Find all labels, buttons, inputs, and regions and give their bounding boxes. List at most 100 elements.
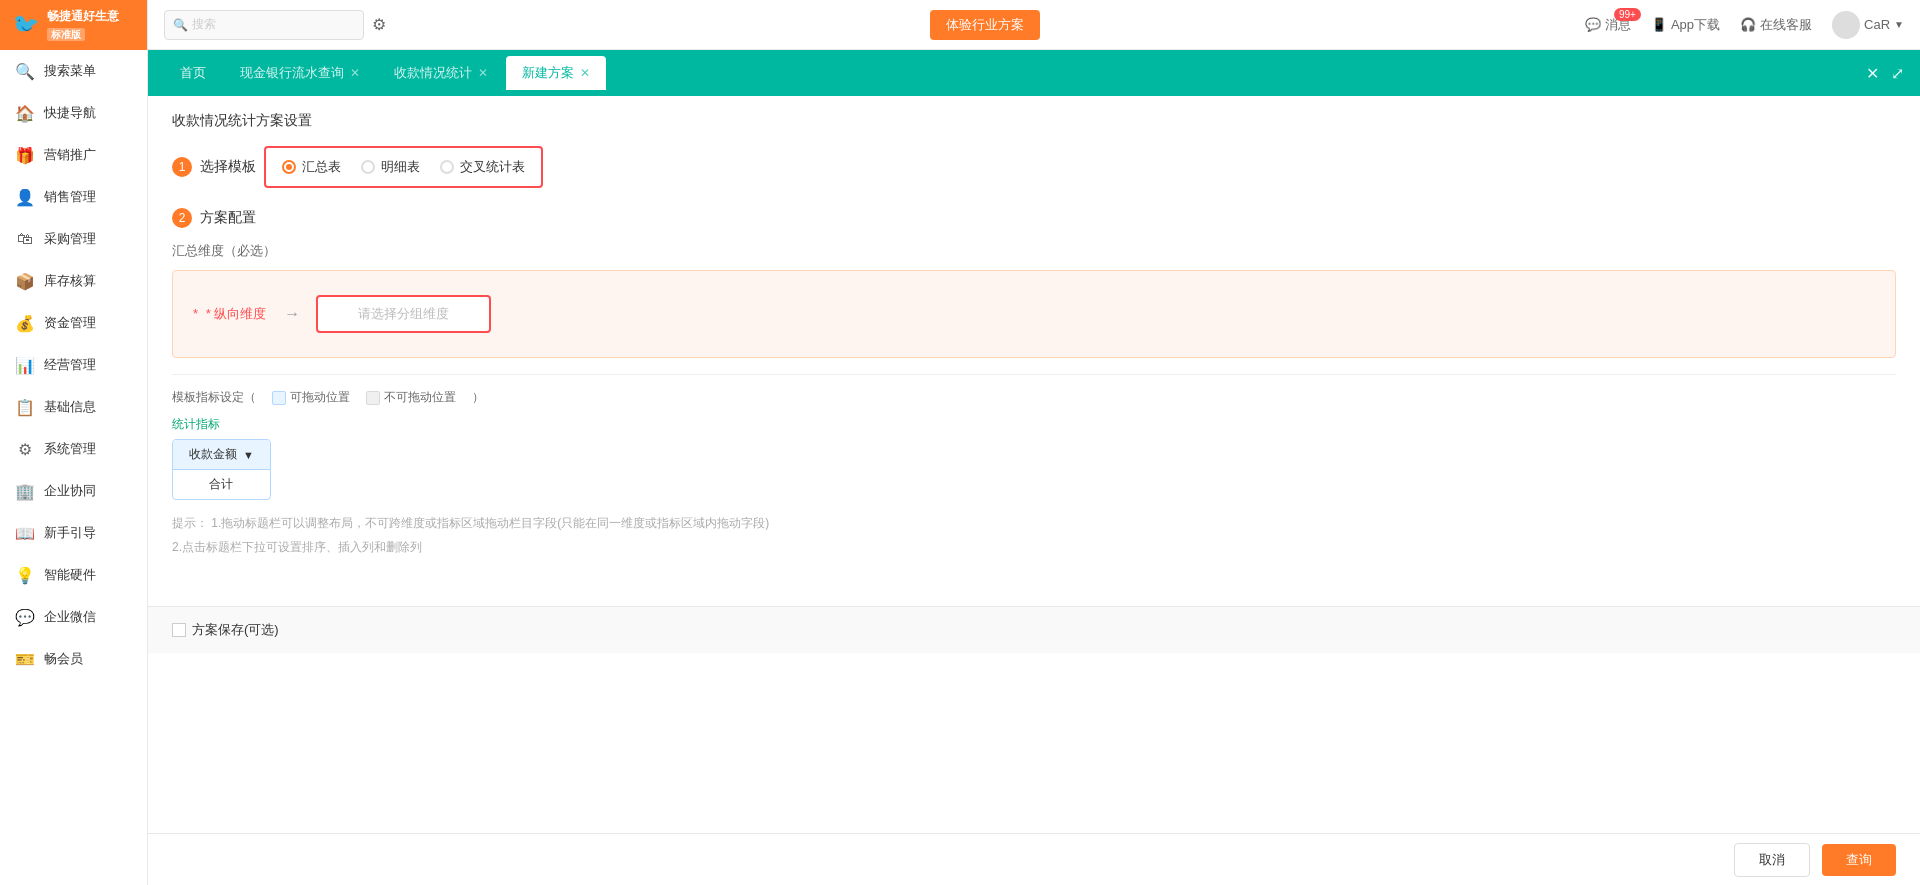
save-checkbox-box[interactable] — [172, 623, 186, 637]
tab-bank-flow-close[interactable]: ✕ — [350, 66, 360, 80]
marketing-icon: 🎁 — [16, 146, 34, 164]
save-label: 方案保存(可选) — [192, 621, 279, 639]
section2-title: 方案配置 — [200, 209, 256, 227]
save-checkbox[interactable]: 方案保存(可选) — [172, 621, 279, 639]
metric-label-text: 模板指标设定（ — [172, 389, 256, 406]
sidebar-item-sales[interactable]: 👤 销售管理 — [0, 176, 147, 218]
inventory-icon: 📦 — [16, 272, 34, 290]
metric-section: 模板指标设定（ 可拖动位置 不可拖动位置 ） 统计指标 — [172, 374, 1896, 503]
expand-icon[interactable]: ⤢ — [1891, 64, 1904, 83]
radio-summary[interactable]: 汇总表 — [282, 158, 341, 176]
sidebar-item-marketing[interactable]: 🎁 营销推广 — [0, 134, 147, 176]
sidebar-label-smart-hw: 智能硬件 — [44, 566, 96, 584]
stat-row-total: 合计 — [173, 470, 270, 499]
tip-2: 2.点击标题栏下拉可设置排序、插入列和删除列 — [172, 537, 1896, 559]
sidebar-item-search-menu[interactable]: 🔍 搜索菜单 — [0, 50, 147, 92]
page-title: 收款情况统计方案设置 — [172, 112, 1896, 130]
industry-btn[interactable]: 体验行业方案 — [930, 10, 1040, 40]
sidebar-item-system[interactable]: ⚙ 系统管理 — [0, 428, 147, 470]
non-draggable-hint-label: 不可拖动位置 — [384, 389, 456, 406]
cancel-button[interactable]: 取消 — [1734, 843, 1810, 877]
tab-receipt-stats-close[interactable]: ✕ — [478, 66, 488, 80]
section1-num: 1 — [172, 157, 192, 177]
avatar — [1832, 11, 1860, 39]
sidebar-label-system: 系统管理 — [44, 440, 96, 458]
sidebar-item-purchase[interactable]: 🛍 采购管理 — [0, 218, 147, 260]
stat-table: 收款金额 ▼ 合计 — [172, 439, 271, 500]
tab-bar: 首页 现金银行流水查询 ✕ 收款情况统计 ✕ 新建方案 ✕ ✕ ⤢ — [148, 50, 1920, 96]
sidebar-label-funds: 资金管理 — [44, 314, 96, 332]
basic-info-icon: 📋 — [16, 398, 34, 416]
sidebar-label-quick-nav: 快捷导航 — [44, 104, 96, 122]
tab-new-plan[interactable]: 新建方案 ✕ — [506, 56, 606, 90]
sidebar-item-operations[interactable]: 📊 经营管理 — [0, 344, 147, 386]
arrow-right-icon: → — [284, 305, 300, 323]
header: 🔍 搜索 ⚙ 体验行业方案 💬 消息 99+ 📱 App下载 🎧 在线客服 C — [148, 0, 1920, 50]
vertical-label: * * 纵向维度 — [193, 305, 268, 323]
user-display: CaR — [1864, 17, 1890, 32]
draggable-hint-box — [272, 391, 286, 405]
sidebar-label-member: 畅会员 — [44, 650, 83, 668]
sidebar-label-purchase: 采购管理 — [44, 230, 96, 248]
radio-detail[interactable]: 明细表 — [361, 158, 420, 176]
dimension-label: 汇总维度（必选） — [172, 242, 1896, 260]
draggable-hint-label: 可拖动位置 — [290, 389, 350, 406]
sidebar-label-wechat: 企业微信 — [44, 608, 96, 626]
sidebar-item-wechat[interactable]: 💬 企业微信 — [0, 596, 147, 638]
section-template: 1 选择模板 汇总表 明细表 — [172, 146, 1896, 188]
sidebar-label-sales: 销售管理 — [44, 188, 96, 206]
draggable-hint: 可拖动位置 — [272, 389, 350, 406]
chevron-down-icon-stat[interactable]: ▼ — [243, 449, 254, 461]
sales-icon: 👤 — [16, 188, 34, 206]
sidebar-item-enterprise[interactable]: 🏢 企业协同 — [0, 470, 147, 512]
header-left: 🔍 搜索 ⚙ — [164, 10, 386, 40]
message-icon: 💬 — [1585, 17, 1601, 32]
stat-col-label: 收款金额 — [189, 446, 237, 463]
settings-icon[interactable]: ⚙ — [372, 15, 386, 34]
section2-header: 2 方案配置 — [172, 208, 1896, 228]
sidebar-item-funds[interactable]: 💰 资金管理 — [0, 302, 147, 344]
sidebar-label-marketing: 营销推广 — [44, 146, 96, 164]
section2-num: 2 — [172, 208, 192, 228]
metric-close-paren: ） — [472, 389, 484, 406]
header-search-box[interactable]: 🔍 搜索 — [164, 10, 364, 40]
service-item[interactable]: 🎧 在线客服 — [1740, 16, 1812, 34]
chevron-down-icon: ▼ — [1894, 19, 1904, 30]
sidebar-item-smart-hw[interactable]: 💡 智能硬件 — [0, 554, 147, 596]
radio-detail-circle — [361, 160, 375, 174]
tab-new-plan-close[interactable]: ✕ — [580, 66, 590, 80]
dimension-select[interactable]: 请选择分组维度 — [316, 295, 491, 333]
tab-receipt-stats-label: 收款情况统计 — [394, 64, 472, 82]
radio-summary-label: 汇总表 — [302, 158, 341, 176]
header-right: 💬 消息 99+ 📱 App下载 🎧 在线客服 CaR ▼ — [1585, 11, 1904, 39]
tab-receipt-stats[interactable]: 收款情况统计 ✕ — [378, 56, 504, 90]
sidebar-item-inventory[interactable]: 📦 库存核算 — [0, 260, 147, 302]
logo-icon: 🐦 — [12, 12, 39, 38]
dimension-row: * * 纵向维度 → 请选择分组维度 — [193, 295, 1875, 333]
page-content: 收款情况统计方案设置 1 选择模板 汇总表 — [148, 96, 1920, 833]
message-item[interactable]: 💬 消息 99+ — [1585, 16, 1631, 34]
sidebar-label-inventory: 库存核算 — [44, 272, 96, 290]
tab-bank-flow[interactable]: 现金银行流水查询 ✕ — [224, 56, 376, 90]
logo-tag: 标准版 — [47, 28, 85, 41]
sidebar-label-basic-info: 基础信息 — [44, 398, 96, 416]
app-download-item[interactable]: 📱 App下载 — [1651, 16, 1720, 34]
app-icon: 📱 — [1651, 17, 1667, 32]
close-icon[interactable]: ✕ — [1866, 64, 1879, 83]
footer-area: 方案保存(可选) — [148, 606, 1920, 653]
sidebar-item-guide[interactable]: 📖 新手引导 — [0, 512, 147, 554]
system-icon: ⚙ — [16, 440, 34, 458]
tab-home[interactable]: 首页 — [164, 56, 222, 90]
sidebar-item-quick-nav[interactable]: 🏠 快捷导航 — [0, 92, 147, 134]
sidebar-item-basic-info[interactable]: 📋 基础信息 — [0, 386, 147, 428]
user-avatar-item[interactable]: CaR ▼ — [1832, 11, 1904, 39]
smart-hw-icon: 💡 — [16, 566, 34, 584]
radio-group: 汇总表 明细表 交叉统计表 — [282, 158, 525, 176]
radio-summary-circle — [282, 160, 296, 174]
stat-section-label: 统计指标 — [172, 416, 1896, 433]
sidebar-item-member[interactable]: 🎫 畅会员 — [0, 638, 147, 680]
query-button[interactable]: 查询 — [1822, 844, 1896, 876]
search-placeholder: 搜索 — [192, 16, 216, 33]
content-area: 收款情况统计方案设置 1 选择模板 汇总表 — [148, 96, 1920, 606]
radio-cross[interactable]: 交叉统计表 — [440, 158, 525, 176]
